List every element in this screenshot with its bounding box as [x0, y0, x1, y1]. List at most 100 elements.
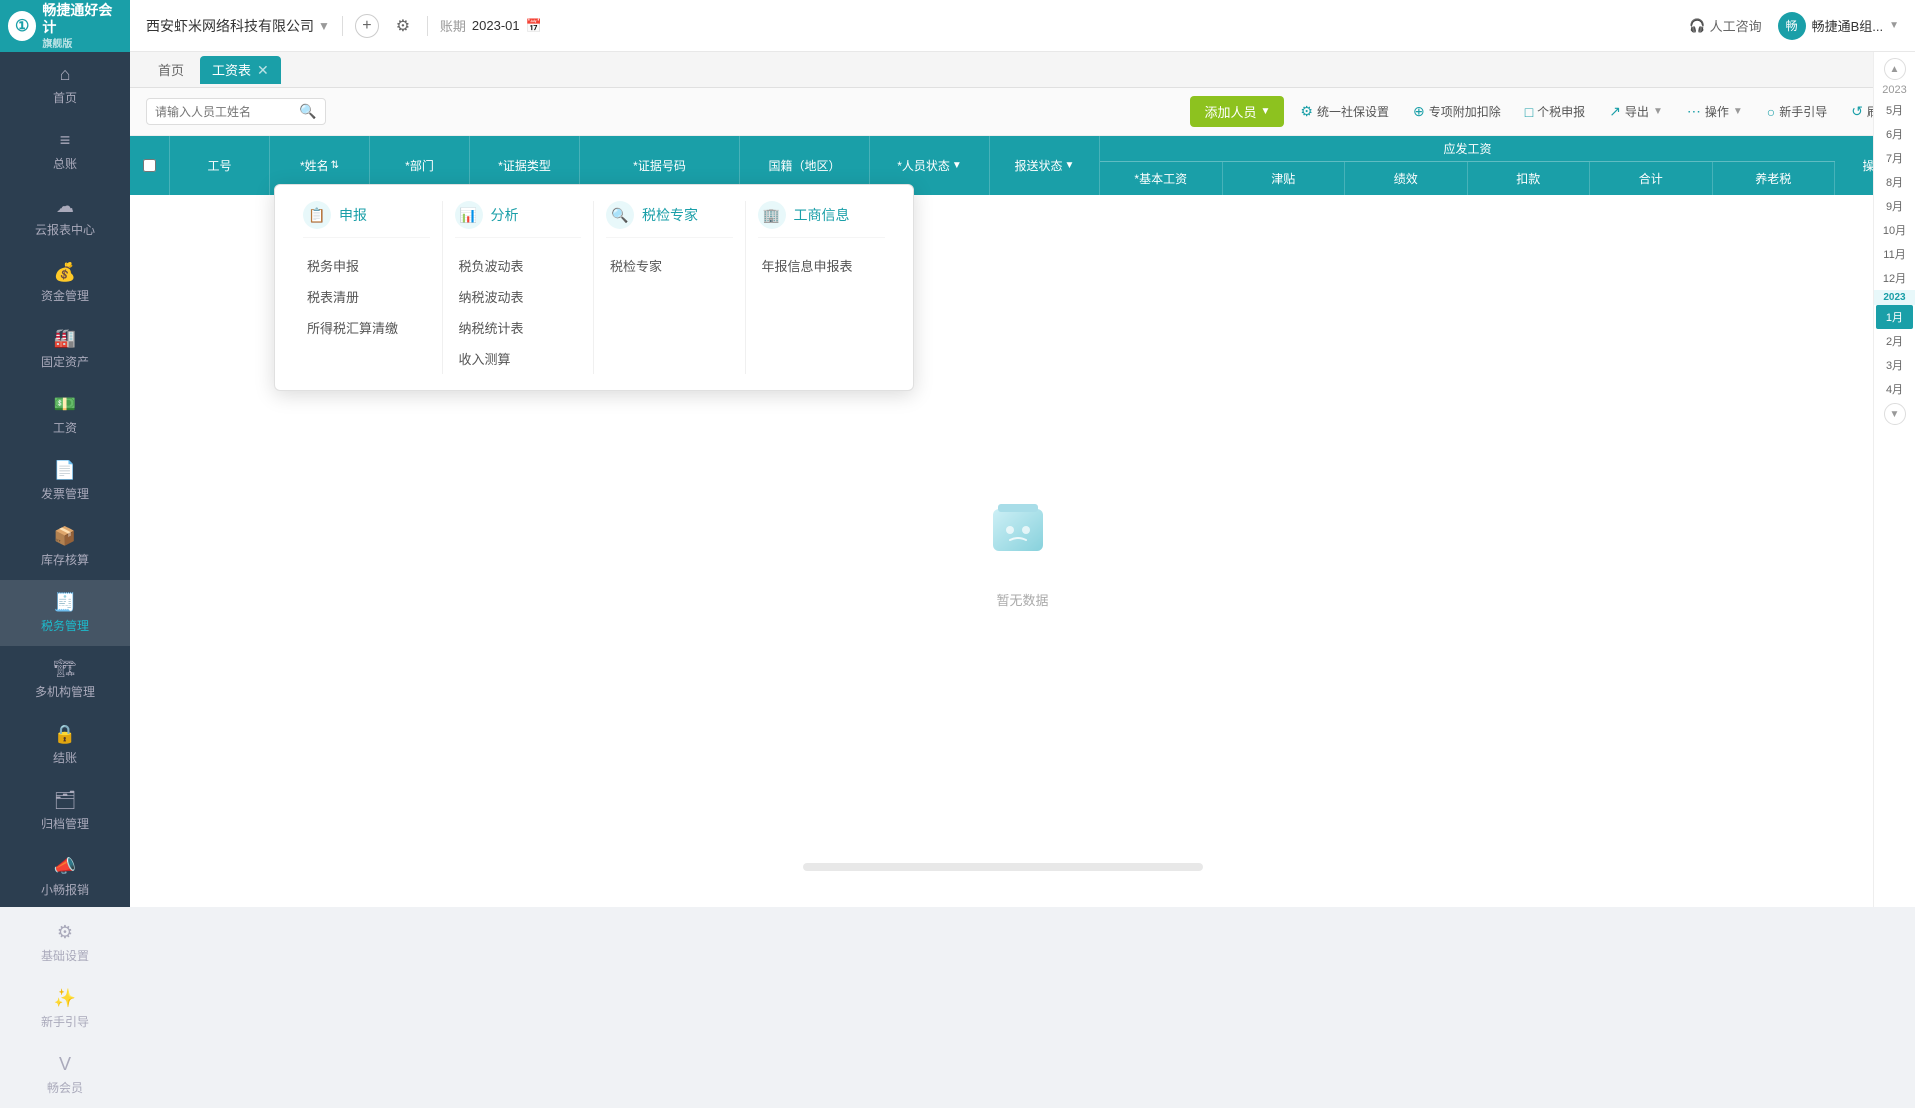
- analysis-icon: 📊: [455, 201, 483, 229]
- declaration-icon: 📋: [303, 201, 331, 229]
- popup-item-tax-clearance[interactable]: 税表清册: [303, 281, 430, 312]
- timeline-month-9[interactable]: 9月: [1874, 194, 1915, 218]
- th-empno: 工号: [170, 136, 270, 195]
- period-label: 账期: [440, 16, 466, 35]
- sidebar-item-inventory[interactable]: 📦 库存核算: [0, 514, 130, 580]
- popup-item-tax-annual-settlement[interactable]: 所得税汇算清缴: [303, 312, 430, 343]
- horizontal-scrollbar[interactable]: [803, 863, 1203, 871]
- sidebar-item-payroll[interactable]: 💵 工资: [0, 382, 130, 448]
- popup-section-business-title: 工商信息: [794, 205, 850, 225]
- tab-payroll-close[interactable]: ✕: [257, 63, 269, 77]
- tax-return-action[interactable]: □ 个税申报: [1517, 99, 1593, 124]
- tab-home-label: 首页: [158, 60, 184, 79]
- user-menu-button[interactable]: 畅 畅捷通B组... ▼: [1778, 12, 1899, 40]
- sidebar-item-cloud-report[interactable]: ☁ 云报表中心: [0, 184, 130, 250]
- sidebar-item-closing[interactable]: 🔒 结账: [0, 712, 130, 778]
- popup-section-declaration-title: 申报: [339, 205, 367, 225]
- popup-item-annual-report[interactable]: 年报信息申报表: [758, 250, 886, 281]
- popup-item-expert[interactable]: 税检专家: [606, 250, 733, 281]
- ledger-icon: ≡: [60, 130, 71, 151]
- sidebar-item-member[interactable]: V 畅会员: [0, 1042, 130, 1108]
- add-person-dropdown-icon: ▼: [1260, 106, 1270, 117]
- sidebar-item-fixed-asset[interactable]: 🏭 固定资产: [0, 316, 130, 382]
- timeline-month-6[interactable]: 6月: [1874, 122, 1915, 146]
- timeline-month-12[interactable]: 12月: [1874, 266, 1915, 290]
- promotion-icon: 📣: [54, 856, 76, 877]
- select-all-checkbox[interactable]: [143, 159, 156, 172]
- page-toolbar: 🔍 添加人员 ▼ ⚙ 统一社保设置 ⊕ 专项附加扣除 □ 个税申报 ↗ 导出 ▼: [130, 88, 1915, 136]
- business-icon: 🏢: [758, 201, 786, 229]
- export-action[interactable]: ↗ 导出 ▼: [1601, 99, 1671, 124]
- company-dropdown-icon: ▼: [318, 19, 330, 33]
- operations-action[interactable]: ⋯ 操作 ▼: [1679, 99, 1751, 124]
- company-name: 西安虾米网络科技有限公司: [146, 16, 314, 36]
- th-checkbox[interactable]: [130, 136, 170, 195]
- service-label: 人工咨询: [1710, 16, 1762, 35]
- search-icon[interactable]: 🔍: [299, 103, 316, 120]
- popup-item-income-estimate[interactable]: 收入测算: [455, 343, 582, 374]
- popup-item-tax-fluctuation[interactable]: 纳税波动表: [455, 281, 582, 312]
- submit-filter-icon[interactable]: ▼: [1065, 160, 1075, 171]
- user-avatar-char: 畅: [1786, 17, 1798, 34]
- sidebar-item-basic-settings[interactable]: ⚙ 基础设置: [0, 910, 130, 976]
- popup-item-tax-declaration[interactable]: 税务申报: [303, 250, 430, 281]
- export-dropdown-icon: ▼: [1653, 106, 1663, 117]
- sidebar-item-invoice[interactable]: 📄 发票管理: [0, 448, 130, 514]
- sidebar-item-label: 基础设置: [41, 947, 89, 964]
- sidebar-item-tax[interactable]: 🧾 税务管理: [0, 580, 130, 646]
- timeline-month-10[interactable]: 10月: [1874, 218, 1915, 242]
- timeline-month-7[interactable]: 7月: [1874, 146, 1915, 170]
- timeline-month-2[interactable]: 2月: [1874, 329, 1915, 353]
- popup-section-analysis: 📊 分析 税负波动表 纳税波动表 纳税统计表 收入测算: [443, 201, 595, 374]
- sidebar-item-promotion[interactable]: 📣 小畅报销: [0, 844, 130, 910]
- company-selector[interactable]: 西安虾米网络科技有限公司 ▼: [146, 16, 330, 36]
- timeline-month-11[interactable]: 11月: [1874, 242, 1915, 266]
- period-value: 2023-01: [472, 18, 520, 33]
- popup-section-declaration-header: 📋 申报: [303, 201, 430, 238]
- calendar-icon[interactable]: 📅: [526, 18, 542, 34]
- status-filter-icon[interactable]: ▼: [952, 160, 962, 171]
- th-total: 合计: [1590, 162, 1713, 195]
- popup-item-tax-statistics[interactable]: 纳税统计表: [455, 312, 582, 343]
- operations-dropdown-icon: ▼: [1733, 106, 1743, 117]
- add-company-button[interactable]: +: [355, 14, 379, 38]
- popup-section-business-header: 🏢 工商信息: [758, 201, 886, 238]
- sidebar-item-home[interactable]: ⌂ 首页: [0, 52, 130, 118]
- sidebar-item-label: 固定资产: [41, 353, 89, 370]
- archive-icon: 🗂: [54, 790, 77, 811]
- sidebar-item-fund[interactable]: 💰 资金管理: [0, 250, 130, 316]
- timeline-month-3[interactable]: 3月: [1874, 353, 1915, 377]
- timeline-nav-up[interactable]: ▲: [1884, 58, 1906, 80]
- popup-section-expert-header: 🔍 税检专家: [606, 201, 733, 238]
- tabbar: 首页 工资表 ✕: [130, 52, 1915, 88]
- period-selector: 账期 2023-01 📅: [440, 16, 542, 35]
- sidebar-item-new-guide[interactable]: ✨ 新手引导: [0, 976, 130, 1042]
- popup-section-business-info: 🏢 工商信息 年报信息申报表: [746, 201, 898, 374]
- popup-item-tax-burden[interactable]: 税负波动表: [455, 250, 582, 281]
- empty-svg: [983, 494, 1053, 564]
- timeline-month-8[interactable]: 8月: [1874, 170, 1915, 194]
- sidebar-item-label: 结账: [53, 749, 77, 766]
- timeline-month-5[interactable]: 5月: [1874, 98, 1915, 122]
- special-deduction-action[interactable]: ⊕ 专项附加扣除: [1405, 99, 1509, 124]
- guide-action[interactable]: ○ 新手引导: [1759, 99, 1835, 124]
- fund-icon: 💰: [54, 262, 76, 283]
- app-edition: 旗舰版: [42, 35, 122, 50]
- popup-section-expert-title: 税检专家: [642, 205, 698, 225]
- timeline-month-1[interactable]: 1月: [1876, 305, 1913, 329]
- app-title: 畅捷通好会计: [42, 2, 122, 36]
- timeline-nav-down[interactable]: ▼: [1884, 403, 1906, 425]
- search-input[interactable]: [155, 105, 295, 119]
- sidebar-item-ledger[interactable]: ≡ 总账: [0, 118, 130, 184]
- name-sort-icon[interactable]: ⇅: [331, 160, 339, 171]
- social-security-action[interactable]: ⚙ 统一社保设置: [1292, 99, 1397, 124]
- sidebar-item-multi-org[interactable]: 🏗 多机构管理: [0, 646, 130, 712]
- payroll-icon: 💵: [54, 394, 76, 415]
- sidebar-item-archive[interactable]: 🗂 归档管理: [0, 778, 130, 844]
- timeline-month-4[interactable]: 4月: [1874, 377, 1915, 401]
- company-settings-button[interactable]: ⚙: [391, 14, 415, 38]
- add-person-button[interactable]: 添加人员 ▼: [1190, 96, 1284, 127]
- tab-payroll[interactable]: 工资表 ✕: [200, 56, 281, 84]
- customer-service-button[interactable]: 🎧 人工咨询: [1689, 16, 1761, 35]
- tab-home[interactable]: 首页: [146, 56, 196, 84]
